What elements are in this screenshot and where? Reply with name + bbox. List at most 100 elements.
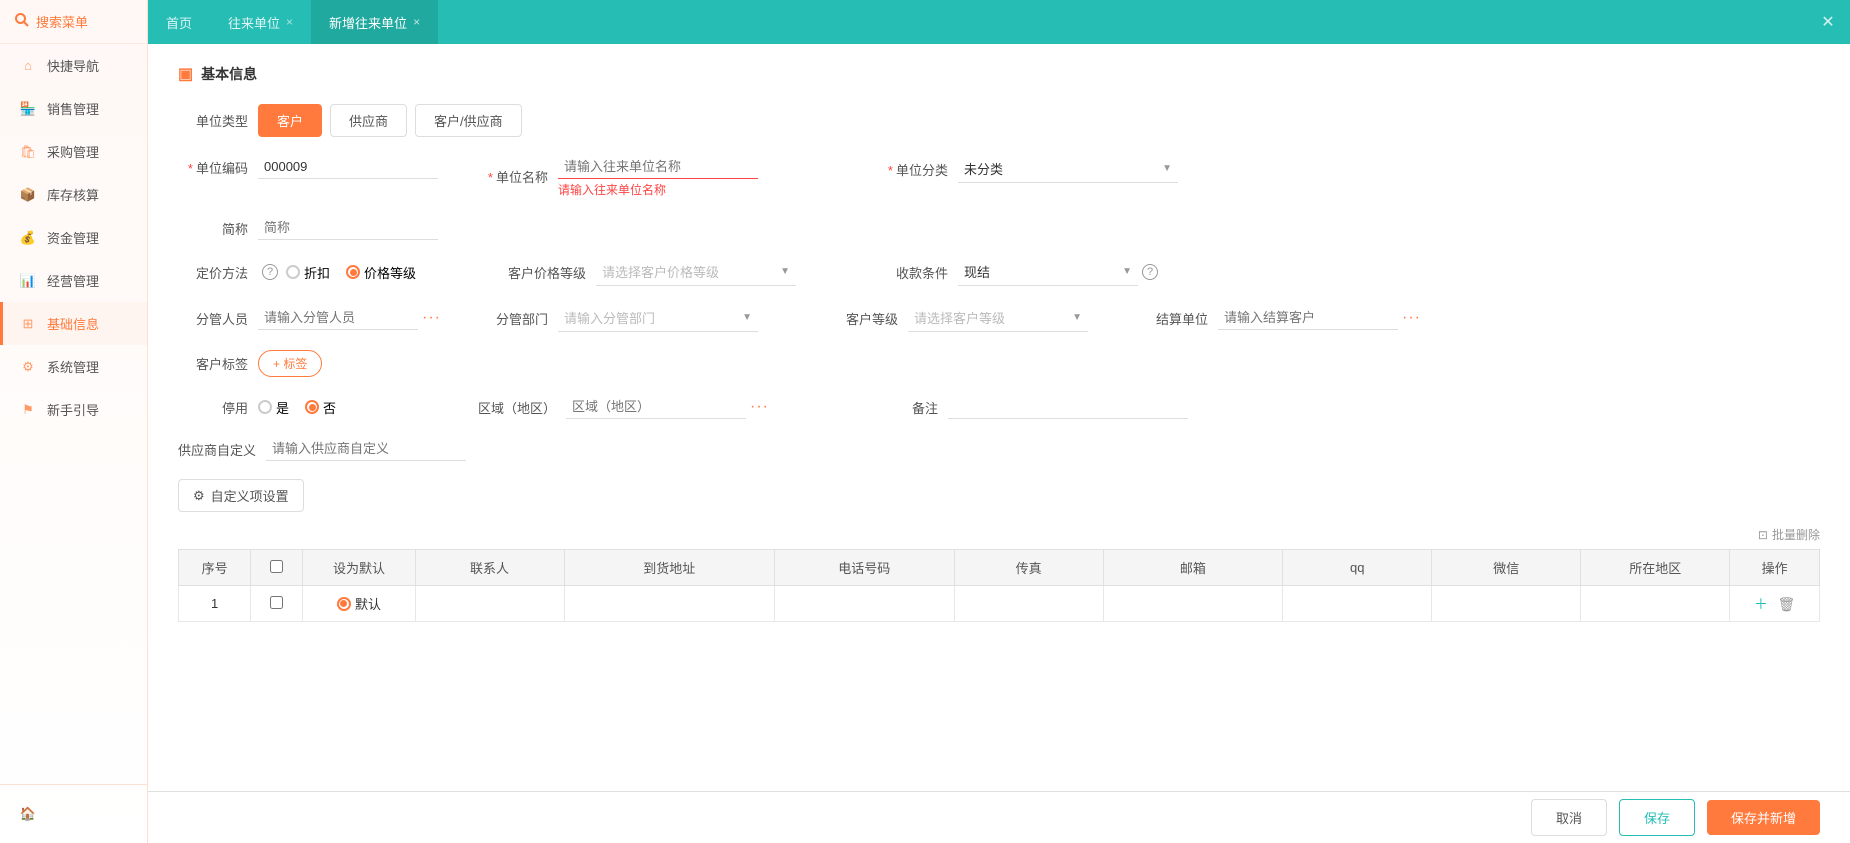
row-email-input[interactable] [1143, 592, 1243, 615]
supplier-custom-label: 供应商自定义 [178, 440, 266, 459]
remark-field: 备注 [868, 395, 1820, 419]
name-input[interactable] [558, 155, 758, 179]
row-qq-input[interactable] [1317, 592, 1397, 615]
window-close-button[interactable]: ✕ [1806, 0, 1850, 44]
row-region-input[interactable] [1615, 592, 1695, 615]
sidebar-item-inventory[interactable]: 📦 库存核算 [0, 173, 147, 216]
disabled-radio-group: 是 否 [258, 398, 336, 417]
category-select[interactable]: 未分类 ▼ [958, 155, 1178, 183]
header-checkbox[interactable] [270, 560, 283, 573]
region-more-btn[interactable]: ··· [750, 398, 769, 416]
grid-icon: ⊞ [19, 315, 37, 333]
pricing-price-level-label: 价格等级 [364, 263, 416, 282]
sidebar-item-label: 系统管理 [47, 357, 99, 376]
unit-type-customer[interactable]: 客户 [258, 104, 322, 137]
tab-home[interactable]: 首页 [148, 0, 210, 44]
sidebar-item-basic[interactable]: ⊞ 基础信息 [0, 302, 147, 345]
row-wechat-input[interactable] [1466, 592, 1546, 615]
home-icon: ⌂ [19, 57, 37, 75]
manager-row: 分管人员 ··· 分管部门 请输入分管部门 ▼ 客户等级 请选择客户等级 [178, 304, 1820, 332]
manager-input[interactable] [258, 306, 418, 330]
unit-type-supplier[interactable]: 供应商 [330, 104, 407, 137]
row-delete-icon[interactable]: 🗑 [1778, 596, 1796, 612]
sidebar-item-guide[interactable]: ⚑ 新手引导 [0, 388, 147, 431]
abbr-field: 简称 [178, 216, 458, 240]
disabled-no-dot [309, 404, 316, 411]
row-default-radio[interactable]: 默认 [311, 594, 406, 613]
unit-type-label: 单位类型 [178, 111, 258, 130]
pricing-row: 定价方法 ? 折扣 价格等级 客户价格等级 [178, 258, 1820, 286]
tag-add-button[interactable]: + 标签 [258, 350, 322, 377]
shop-icon: 🏪 [19, 100, 37, 118]
cancel-button[interactable]: 取消 [1531, 799, 1607, 836]
th-qq: qq [1283, 550, 1432, 586]
settlement-more-btn[interactable]: ··· [1402, 309, 1421, 327]
batch-delete-area[interactable]: ⊡ 批量删除 [178, 526, 1820, 543]
sidebar-item-label: 库存核算 [47, 185, 99, 204]
sidebar-item-finance[interactable]: 💰 资金管理 [0, 216, 147, 259]
unit-type-row: 单位类型 客户 供应商 客户/供应商 [178, 104, 1820, 137]
disabled-yes-circle [258, 400, 272, 414]
code-label: 单位编码 [178, 158, 258, 177]
dept-select[interactable]: 请输入分管部门 ▼ [558, 304, 758, 332]
manager-more-btn[interactable]: ··· [422, 309, 441, 327]
payment-select[interactable]: 现结 ▼ [958, 258, 1138, 286]
row-address-input[interactable] [609, 592, 729, 615]
code-field: 单位编码 [178, 155, 458, 179]
region-input[interactable] [566, 395, 746, 419]
save-new-button[interactable]: 保存并新增 [1707, 800, 1820, 835]
code-input[interactable] [258, 155, 438, 179]
sidebar-item-system[interactable]: ⚙ 系统管理 [0, 345, 147, 388]
sidebar-item-purchase[interactable]: 🛍 采购管理 [0, 130, 147, 173]
sidebar-item-sales[interactable]: 🏪 销售管理 [0, 87, 147, 130]
remark-label: 备注 [868, 398, 948, 417]
tab-new-partner[interactable]: 新增往来单位 × [311, 0, 438, 44]
th-wechat: 微信 [1432, 550, 1581, 586]
row-add-icon[interactable]: ＋ [1754, 596, 1768, 612]
row-email [1103, 586, 1283, 622]
row-select-checkbox[interactable] [270, 596, 283, 609]
row-default-label: 默认 [355, 594, 381, 613]
tab-home-label: 首页 [166, 13, 192, 32]
tab-partners[interactable]: 往来单位 × [210, 0, 311, 44]
tab-partners-close[interactable]: × [286, 16, 293, 28]
pricing-help-icon[interactable]: ? [262, 264, 278, 280]
home2-icon: 🏠 [19, 805, 37, 823]
row-contact-input[interactable] [450, 592, 530, 615]
main-area: 首页 往来单位 × 新增往来单位 × ✕ ▣ 基本信息 单位类型 客户 供应商 [148, 0, 1850, 843]
sidebar-home-btn[interactable]: 🏠 [0, 793, 147, 835]
price-level-field: 客户价格等级 请选择客户价格等级 ▼ [508, 258, 868, 286]
save-button[interactable]: 保存 [1619, 799, 1695, 836]
row-fax-input[interactable] [989, 592, 1069, 615]
pricing-price-level[interactable]: 价格等级 [346, 263, 416, 282]
pricing-discount[interactable]: 折扣 [286, 263, 330, 282]
payment-help-icon[interactable]: ? [1142, 264, 1158, 280]
price-level-select[interactable]: 请选择客户价格等级 ▼ [596, 258, 796, 286]
table-header: 序号 设为默认 联系人 到货地址 电话号码 传真 邮箱 qq 微信 所在地区 操… [179, 550, 1820, 586]
tab-new-partner-close[interactable]: × [413, 16, 420, 28]
disabled-yes-label: 是 [276, 398, 289, 417]
tag-row: 客户标签 + 标签 [178, 350, 1820, 377]
sidebar-search[interactable]: 搜索菜单 [0, 0, 147, 44]
pricing-label: 定价方法 [178, 263, 258, 282]
supplier-custom-input[interactable] [266, 437, 466, 461]
sidebar-item-operations[interactable]: 📊 经营管理 [0, 259, 147, 302]
abbr-input[interactable] [258, 216, 438, 240]
th-seq: 序号 [179, 550, 251, 586]
row-phone-input[interactable] [814, 592, 914, 615]
disabled-label: 停用 [178, 398, 258, 417]
category-field: 单位分类 未分类 ▼ [878, 155, 1218, 183]
name-field: 单位名称 请输入往来单位名称 [478, 155, 858, 198]
disabled-no[interactable]: 否 [305, 398, 336, 417]
unit-type-field: 单位类型 客户 供应商 客户/供应商 [178, 104, 522, 137]
pricing-discount-circle [286, 265, 300, 279]
sidebar-item-quick-nav[interactable]: ⌂ 快捷导航 [0, 44, 147, 87]
customer-level-select[interactable]: 请选择客户等级 ▼ [908, 304, 1088, 332]
tag-field: 客户标签 + 标签 [178, 350, 1820, 377]
settlement-input[interactable] [1218, 306, 1398, 330]
tag-label: 客户标签 [178, 354, 258, 373]
disabled-yes[interactable]: 是 [258, 398, 289, 417]
custom-settings-button[interactable]: ⚙ 自定义项设置 [178, 479, 304, 512]
unit-type-both[interactable]: 客户/供应商 [415, 104, 522, 137]
remark-input[interactable] [948, 395, 1188, 419]
